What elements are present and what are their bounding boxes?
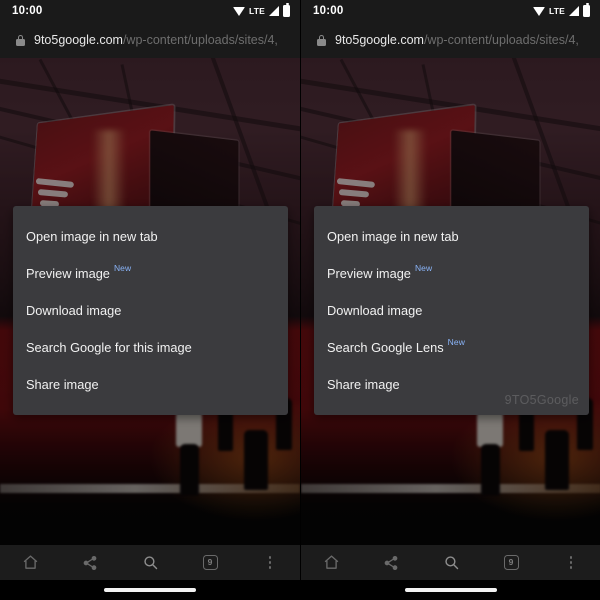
new-badge: New bbox=[113, 263, 132, 273]
menu-item-search-google-for-this-image[interactable]: Search Google for this image bbox=[13, 329, 288, 366]
menu-item-label: Preview image bbox=[327, 266, 411, 281]
image-context-menu: Open image in new tab Preview image New … bbox=[13, 206, 288, 415]
menu-item-preview-image[interactable]: Preview image New bbox=[314, 255, 589, 292]
menu-item-share-image[interactable]: Share image bbox=[314, 366, 589, 403]
menu-item-label: Share image bbox=[327, 377, 400, 392]
lock-icon bbox=[16, 34, 25, 46]
status-clock: 10:00 bbox=[313, 5, 344, 17]
search-button[interactable] bbox=[434, 548, 468, 578]
search-button[interactable] bbox=[133, 548, 167, 578]
url-bar[interactable]: 9to5google.com/wp-content/uploads/sites/… bbox=[0, 22, 300, 58]
gesture-nav-area bbox=[301, 580, 600, 600]
gesture-pill[interactable] bbox=[104, 588, 196, 592]
menu-item-label: Preview image bbox=[26, 266, 110, 281]
overflow-menu-button[interactable] bbox=[554, 548, 588, 578]
gesture-nav-area bbox=[0, 580, 300, 600]
share-button[interactable] bbox=[374, 548, 408, 578]
menu-item-download-image[interactable]: Download image bbox=[13, 292, 288, 329]
network-type-label: LTE bbox=[548, 6, 565, 16]
menu-item-share-image[interactable]: Share image bbox=[13, 366, 288, 403]
wifi-icon bbox=[232, 6, 245, 16]
menu-item-label: Search Google Lens bbox=[327, 340, 444, 355]
tab-switcher-button[interactable]: 9 bbox=[494, 548, 528, 578]
status-bar: 10:00 LTE bbox=[301, 0, 600, 22]
menu-item-label: Share image bbox=[26, 377, 99, 392]
menu-item-label: Download image bbox=[26, 303, 122, 318]
battery-icon bbox=[283, 3, 290, 17]
new-badge: New bbox=[447, 337, 465, 347]
image-context-menu: Open image in new tab Preview image New … bbox=[314, 206, 589, 415]
comparison-screenshot: 10:00 LTE 9to5google.com/wp-content/uplo… bbox=[0, 0, 600, 600]
browser-bottom-toolbar: 9 bbox=[301, 545, 600, 580]
menu-item-label: Download image bbox=[327, 303, 423, 318]
home-button[interactable] bbox=[13, 548, 47, 578]
url-domain: 9to5google.com bbox=[34, 33, 123, 47]
url-domain: 9to5google.com bbox=[335, 33, 424, 47]
menu-item-preview-image[interactable]: Preview image New bbox=[13, 255, 288, 292]
phone-panel-left: 10:00 LTE 9to5google.com/wp-content/uplo… bbox=[0, 0, 300, 600]
overflow-menu-icon bbox=[569, 556, 573, 569]
gesture-pill[interactable] bbox=[405, 588, 497, 592]
new-badge: New bbox=[414, 263, 433, 273]
menu-item-download-image[interactable]: Download image bbox=[314, 292, 589, 329]
tab-count-label: 9 bbox=[503, 555, 519, 570]
menu-item-search-google-lens[interactable]: Search Google Lens New bbox=[314, 329, 589, 366]
battery-icon bbox=[583, 3, 590, 17]
browser-bottom-toolbar: 9 bbox=[0, 545, 300, 580]
signal-icon bbox=[569, 6, 579, 16]
status-clock: 10:00 bbox=[12, 5, 43, 17]
status-icons: LTE bbox=[532, 3, 590, 17]
menu-item-label: Search Google for this image bbox=[26, 340, 192, 355]
url-text: 9to5google.com/wp-content/uploads/sites/… bbox=[335, 33, 579, 47]
home-button[interactable] bbox=[314, 548, 348, 578]
menu-item-label: Open image in new tab bbox=[327, 229, 459, 244]
status-icons: LTE bbox=[232, 3, 290, 17]
tab-switcher-button[interactable]: 9 bbox=[193, 548, 227, 578]
url-text: 9to5google.com/wp-content/uploads/sites/… bbox=[34, 33, 278, 47]
share-button[interactable] bbox=[73, 548, 107, 578]
url-bar[interactable]: 9to5google.com/wp-content/uploads/sites/… bbox=[301, 22, 600, 58]
phone-panel-right: 10:00 LTE 9to5google.com/wp-content/uplo… bbox=[300, 0, 600, 600]
overflow-menu-icon bbox=[268, 556, 272, 569]
overflow-menu-button[interactable] bbox=[253, 548, 287, 578]
url-path: /wp-content/uploads/sites/4, bbox=[423, 33, 579, 47]
menu-item-label: Open image in new tab bbox=[26, 229, 158, 244]
menu-item-open-image-in-new-tab[interactable]: Open image in new tab bbox=[314, 218, 589, 255]
lock-icon bbox=[317, 34, 326, 46]
tab-count-label: 9 bbox=[202, 555, 218, 570]
signal-icon bbox=[269, 6, 279, 16]
network-type-label: LTE bbox=[248, 6, 265, 16]
url-path: /wp-content/uploads/sites/4, bbox=[122, 33, 278, 47]
status-bar: 10:00 LTE bbox=[0, 0, 300, 22]
menu-item-open-image-in-new-tab[interactable]: Open image in new tab bbox=[13, 218, 288, 255]
wifi-icon bbox=[532, 6, 545, 16]
